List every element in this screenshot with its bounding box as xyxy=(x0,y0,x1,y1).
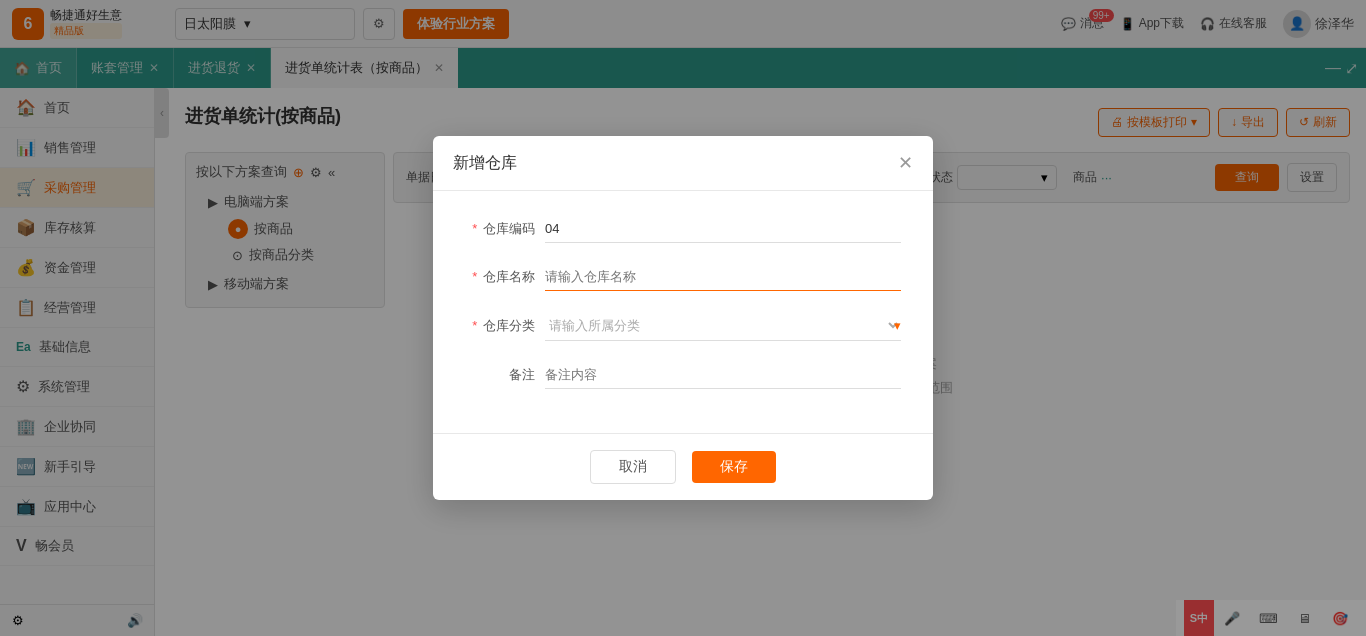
remark-label: 备注 xyxy=(465,366,545,384)
form-row-code: * 仓库编码 xyxy=(465,215,901,243)
modal-overlay: 新增仓库 ✕ * 仓库编码 * 仓库名称 xyxy=(0,0,1366,636)
modal-title: 新增仓库 xyxy=(453,153,517,174)
required-star-name: * xyxy=(472,269,477,284)
required-star-code: * xyxy=(472,221,477,236)
code-input[interactable] xyxy=(545,215,901,243)
form-row-remark: 备注 xyxy=(465,361,901,389)
remark-input[interactable] xyxy=(545,361,901,389)
category-select[interactable]: 请输入所属分类 xyxy=(545,311,901,340)
save-button[interactable]: 保存 xyxy=(692,451,776,483)
modal-footer: 取消 保存 xyxy=(433,433,933,500)
category-select-wrapper: 请输入所属分类 ▾ xyxy=(545,311,901,341)
modal-body: * 仓库编码 * 仓库名称 * 仓库分类 xyxy=(433,191,933,433)
code-label: * 仓库编码 xyxy=(465,220,545,238)
add-warehouse-modal: 新增仓库 ✕ * 仓库编码 * 仓库名称 xyxy=(433,136,933,500)
category-label: * 仓库分类 xyxy=(465,317,545,335)
cancel-button[interactable]: 取消 xyxy=(590,450,676,484)
modal-close-button[interactable]: ✕ xyxy=(898,152,913,174)
modal-header: 新增仓库 ✕ xyxy=(433,136,933,191)
required-star-category: * xyxy=(472,318,477,333)
category-dropdown-arrow-icon: ▾ xyxy=(894,318,901,333)
name-label: * 仓库名称 xyxy=(465,268,545,286)
form-row-category: * 仓库分类 请输入所属分类 ▾ xyxy=(465,311,901,341)
form-row-name: * 仓库名称 xyxy=(465,263,901,291)
name-input[interactable] xyxy=(545,263,901,291)
